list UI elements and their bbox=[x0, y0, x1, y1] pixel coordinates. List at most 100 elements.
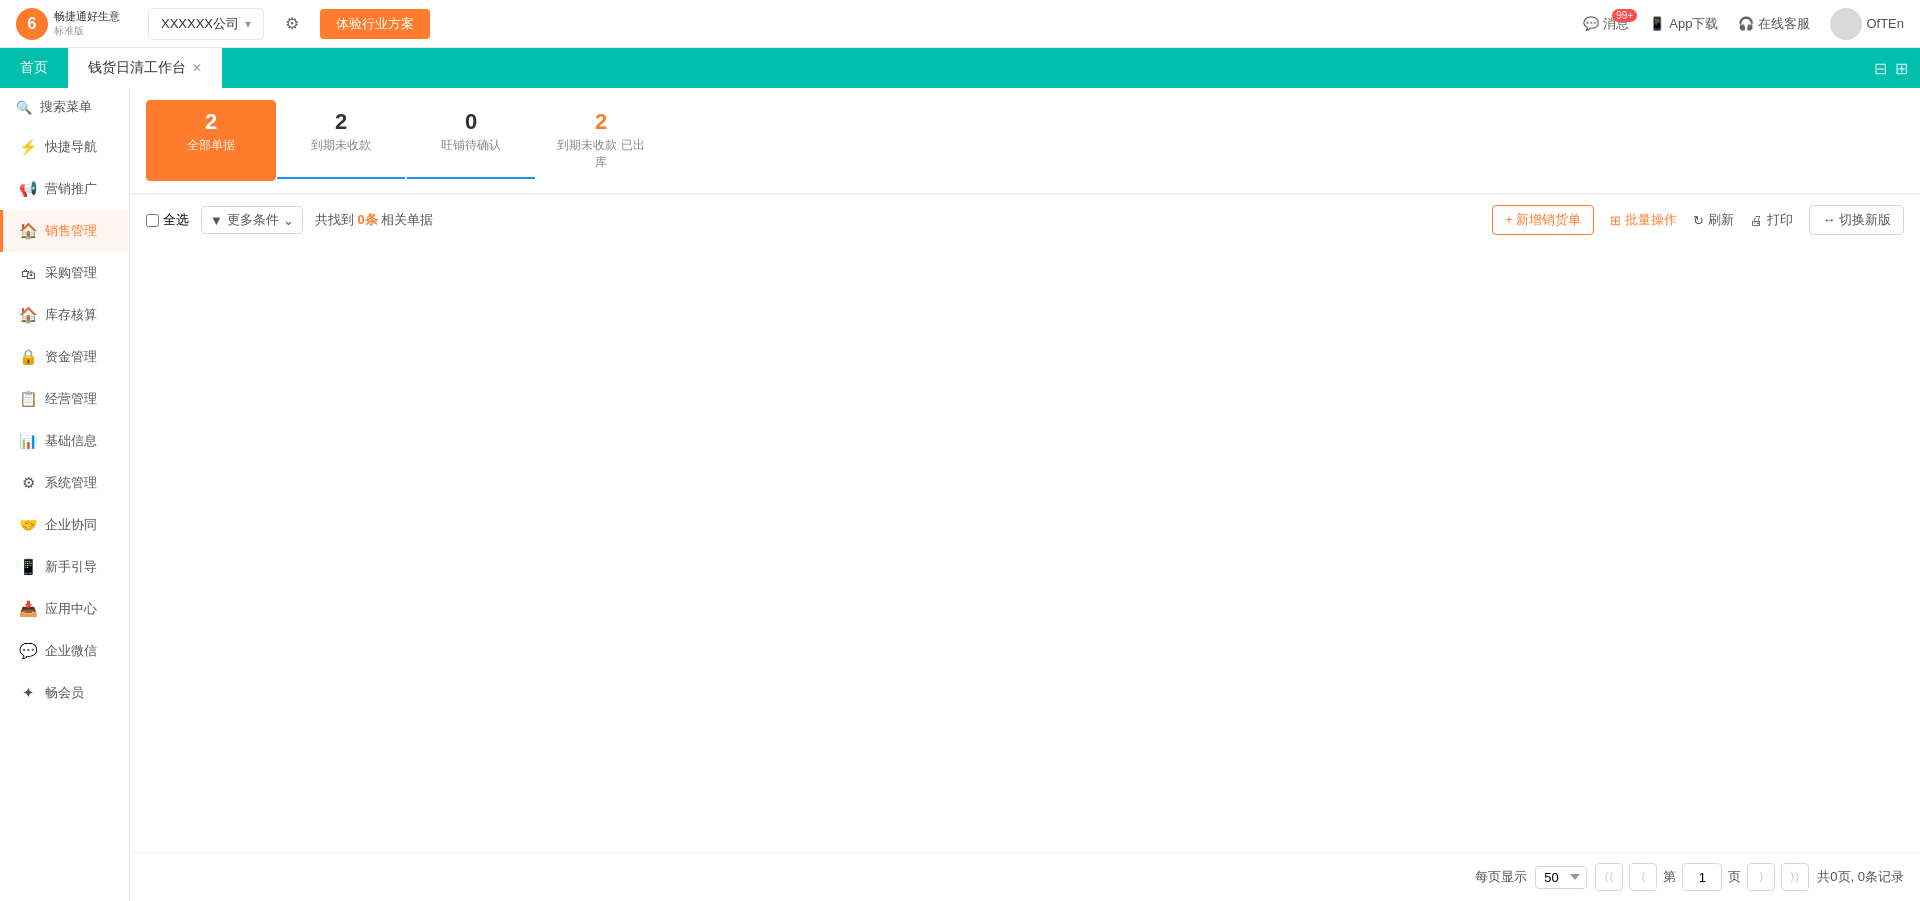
stats-tab-pending-label: 旺铺待确认 bbox=[423, 137, 519, 154]
page-prev-btn[interactable]: ⟨ bbox=[1629, 863, 1657, 891]
page-suffix: 页 bbox=[1728, 868, 1741, 886]
select-all-checkbox[interactable] bbox=[146, 214, 159, 227]
finance-icon: 🔒 bbox=[19, 348, 37, 366]
batch-ops-btn[interactable]: ⊞ 批量操作 bbox=[1610, 211, 1677, 229]
refresh-btn[interactable]: ↻ 刷新 bbox=[1693, 211, 1734, 229]
tab-workbench-label: 钱货日清工作台 bbox=[88, 59, 186, 77]
logo-text: 畅捷通好生意 bbox=[54, 9, 120, 23]
stats-tab-overdue-count: 2 bbox=[293, 109, 389, 135]
stats-tab-overdue-label: 到期未收款 bbox=[293, 137, 389, 154]
page-last-btn[interactable]: ⟩⟩ bbox=[1781, 863, 1809, 891]
table-area bbox=[130, 245, 1920, 852]
sidebar-item-operation-label: 经营管理 bbox=[45, 390, 97, 408]
app-download-label: App下载 bbox=[1669, 15, 1718, 33]
sidebar-item-purchase[interactable]: 🛍 采购管理 bbox=[0, 252, 129, 294]
sidebar-item-purchase-label: 采购管理 bbox=[45, 264, 97, 282]
select-all-label: 全选 bbox=[163, 211, 189, 229]
sidebar-item-basic-info[interactable]: 📊 基础信息 bbox=[0, 420, 129, 462]
sidebar-item-guide-label: 新手引导 bbox=[45, 558, 97, 576]
sidebar-item-app-center[interactable]: 📥 应用中心 bbox=[0, 588, 129, 630]
sidebar-item-wechat[interactable]: 💬 企业微信 bbox=[0, 630, 129, 672]
sidebar-item-member-label: 畅会员 bbox=[45, 684, 84, 702]
toolbar: 全选 ▼ 更多条件 ⌄ 共找到 0条 相关单据 + 新增销货单 ⊞ 批量操作 bbox=[130, 194, 1920, 245]
print-icon: 🖨 bbox=[1750, 213, 1763, 228]
sidebar-item-sales-label: 销售管理 bbox=[45, 222, 97, 240]
stats-tab-pending[interactable]: 0 旺铺待确认 bbox=[406, 100, 536, 181]
tab-underline2 bbox=[407, 177, 535, 179]
stats-tab-overdue-out[interactable]: 2 到期未收款 已出库 bbox=[536, 100, 666, 181]
stats-tabs: 2 全部单据 2 到期未收款 0 旺铺待确认 2 到期未收款 已出库 bbox=[130, 88, 1920, 193]
app-download-btn[interactable]: 📱 App下载 bbox=[1649, 15, 1718, 33]
top-bar-right: 💬 消息 99+ 📱 App下载 🎧 在线客服 OfTEn bbox=[1583, 8, 1904, 40]
page-first-btn[interactable]: ⟨⟨ bbox=[1595, 863, 1623, 891]
company-selector[interactable]: XXXXXX公司 ▾ bbox=[148, 8, 264, 40]
search-menu-label: 搜索菜单 bbox=[40, 98, 92, 116]
new-sale-btn[interactable]: + 新增销货单 bbox=[1492, 205, 1594, 235]
sidebar-item-inventory-label: 库存核算 bbox=[45, 306, 97, 324]
basic-info-icon: 📊 bbox=[19, 432, 37, 450]
wechat-icon: 💬 bbox=[19, 642, 37, 660]
sidebar-item-quick-nav[interactable]: ⚡ 快捷导航 bbox=[0, 126, 129, 168]
message-btn[interactable]: 💬 消息 99+ bbox=[1583, 15, 1629, 33]
chevron-down-icon: ▾ bbox=[245, 17, 251, 31]
sidebar-item-marketing-label: 营销推广 bbox=[45, 180, 97, 198]
message-icon: 💬 bbox=[1583, 16, 1599, 31]
tab-home-label: 首页 bbox=[20, 59, 48, 77]
page-next-btn[interactable]: ⟩ bbox=[1747, 863, 1775, 891]
sidebar-item-finance-label: 资金管理 bbox=[45, 348, 97, 366]
tab-close-icon[interactable]: ✕ bbox=[192, 61, 202, 75]
sidebar-item-operation[interactable]: 📋 经营管理 bbox=[0, 378, 129, 420]
sidebar-item-marketing[interactable]: 📢 营销推广 bbox=[0, 168, 129, 210]
phone-icon: 📱 bbox=[1649, 16, 1665, 31]
logo-tag: 标准版 bbox=[54, 24, 120, 38]
sidebar-item-sales[interactable]: 🏠 销售管理 bbox=[0, 210, 129, 252]
filter-icon: ▼ bbox=[210, 213, 223, 228]
operation-icon: 📋 bbox=[19, 390, 37, 408]
guide-icon: 📱 bbox=[19, 558, 37, 576]
batch-ops-icon: ⊞ bbox=[1610, 213, 1621, 228]
sidebar-item-cooperation[interactable]: 🤝 企业协同 bbox=[0, 504, 129, 546]
logo-text-area: 畅捷通好生意 标准版 bbox=[54, 9, 120, 37]
page-size-select[interactable]: 20 50 100 bbox=[1535, 866, 1587, 889]
tab-expand-icon[interactable]: ⊞ bbox=[1895, 59, 1908, 78]
sidebar-item-basic-info-label: 基础信息 bbox=[45, 432, 97, 450]
select-all-area[interactable]: 全选 bbox=[146, 211, 189, 229]
stats-tab-overdue-out-count: 2 bbox=[553, 109, 649, 135]
stats-tab-all[interactable]: 2 全部单据 bbox=[146, 100, 276, 181]
settings-button[interactable]: ⚙ bbox=[276, 8, 308, 40]
tab-bar-actions: ⊟ ⊞ bbox=[1874, 59, 1920, 78]
tab-home[interactable]: 首页 bbox=[0, 48, 68, 88]
stats-tab-overdue[interactable]: 2 到期未收款 bbox=[276, 100, 406, 181]
tab-minimize-icon[interactable]: ⊟ bbox=[1874, 59, 1887, 78]
print-label: 打印 bbox=[1767, 211, 1793, 229]
sidebar-item-system[interactable]: ⚙ 系统管理 bbox=[0, 462, 129, 504]
sales-icon: 🏠 bbox=[19, 222, 37, 240]
found-count: 0条 bbox=[358, 212, 378, 227]
sidebar-item-system-label: 系统管理 bbox=[45, 474, 97, 492]
filter-btn[interactable]: ▼ 更多条件 ⌄ bbox=[201, 206, 303, 234]
sidebar-item-finance[interactable]: 🔒 资金管理 bbox=[0, 336, 129, 378]
cooperation-icon: 🤝 bbox=[19, 516, 37, 534]
sidebar-item-inventory[interactable]: 🏠 库存核算 bbox=[0, 294, 129, 336]
sidebar-search[interactable]: 🔍 搜索菜单 bbox=[0, 88, 129, 126]
page-nav: ⟨⟨ ⟨ 第 页 ⟩ ⟩⟩ bbox=[1595, 863, 1809, 891]
search-icon: 🔍 bbox=[16, 100, 32, 115]
sidebar: 🔍 搜索菜单 ⚡ 快捷导航 📢 营销推广 🏠 销售管理 🛍 采购管理 🏠 库存核… bbox=[0, 88, 130, 901]
online-service-btn[interactable]: 🎧 在线客服 bbox=[1738, 15, 1810, 33]
sidebar-item-guide[interactable]: 📱 新手引导 bbox=[0, 546, 129, 588]
sidebar-item-member[interactable]: ✦ 畅会员 bbox=[0, 672, 129, 714]
marketing-icon: 📢 bbox=[19, 180, 37, 198]
experience-btn[interactable]: 体验行业方案 bbox=[320, 9, 430, 39]
top-bar: 6 畅捷通好生意 标准版 XXXXXX公司 ▾ ⚙ 体验行业方案 💬 消息 99… bbox=[0, 0, 1920, 48]
user-area[interactable]: OfTEn bbox=[1830, 8, 1904, 40]
print-btn[interactable]: 🖨 打印 bbox=[1750, 211, 1793, 229]
page-input[interactable] bbox=[1682, 863, 1722, 891]
filter-arrow-icon: ⌄ bbox=[283, 213, 294, 228]
tab-workbench[interactable]: 钱货日清工作台 ✕ bbox=[68, 48, 222, 88]
content-area: 2 全部单据 2 到期未收款 0 旺铺待确认 2 到期未收款 已出库 bbox=[130, 88, 1920, 901]
switch-version-btn[interactable]: ↔ 切换新版 bbox=[1809, 205, 1904, 235]
quick-nav-icon: ⚡ bbox=[19, 138, 37, 156]
found-suffix: 相关单据 bbox=[381, 212, 433, 227]
username: OfTEn bbox=[1866, 16, 1904, 31]
stats-tab-all-count: 2 bbox=[163, 109, 259, 135]
